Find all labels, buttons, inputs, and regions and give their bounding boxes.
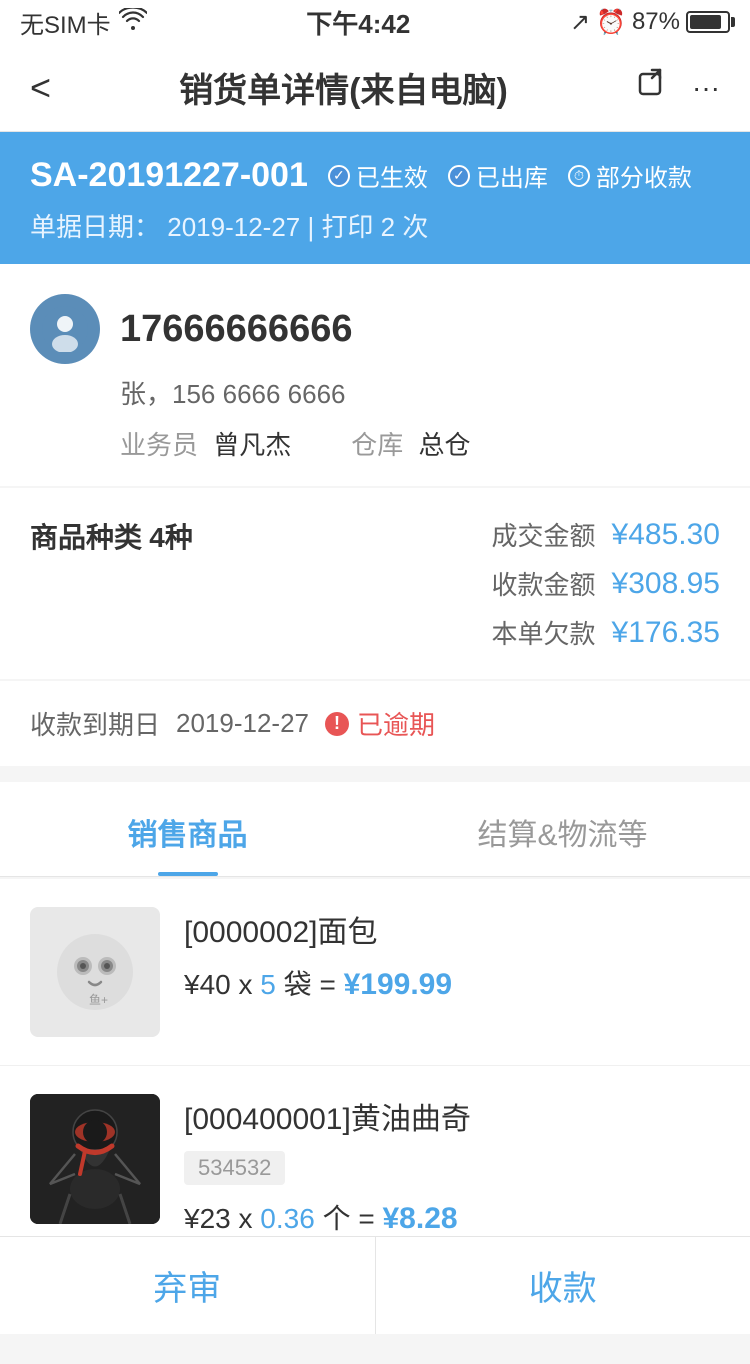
customer-row: 17666666666	[30, 294, 720, 364]
due-date-section: 收款到期日 2019-12-27 ! 已逾期	[0, 681, 750, 766]
page-title: 销货单详情(来自电脑)	[179, 63, 508, 112]
warehouse-meta: 仓库 总仓	[351, 425, 470, 462]
check-icon-2: ✓	[448, 165, 470, 187]
status-left: 无SIM卡	[20, 5, 147, 40]
share-icon[interactable]	[636, 66, 672, 109]
product-price-1: ¥40 x 5 袋 = ¥199.99	[184, 963, 720, 1003]
products-section: 鱼+ [0000002]面包 ¥40 x 5 袋 = ¥199.99	[0, 879, 750, 1266]
product-type-summary: 商品种类 4种	[30, 516, 193, 556]
product-price-2: ¥23 x 0.36 个 = ¥8.28	[184, 1197, 720, 1237]
battery-icon	[686, 11, 730, 33]
due-date-value: 2019-12-27	[176, 708, 309, 739]
sales-meta: 业务员 曾凡杰	[120, 425, 291, 462]
bottom-bar: 弃审 收款	[0, 1236, 750, 1334]
cancel-review-button[interactable]: 弃审	[0, 1237, 376, 1334]
status-badge-2: ✓ 已出库	[448, 158, 548, 193]
nav-actions: ···	[636, 66, 720, 109]
back-button[interactable]: <	[30, 67, 51, 109]
more-icon[interactable]: ···	[692, 72, 720, 104]
status-badge-1: ✓ 已生效	[328, 158, 428, 193]
customer-section: 17666666666 张，156 6666 6666 业务员 曾凡杰 仓库 总…	[0, 264, 750, 486]
svg-text:鱼+: 鱼+	[89, 993, 108, 1007]
received-amount: ¥308.95	[612, 567, 720, 601]
customer-name: 17666666666	[120, 308, 352, 351]
location-icon: ↗	[570, 8, 590, 37]
overdue-text: 已逾期	[357, 705, 435, 742]
wifi-icon	[119, 8, 147, 37]
collect-payment-button[interactable]: 收款	[376, 1237, 750, 1334]
summary-section: 商品种类 4种 成交金额 ¥485.30 收款金额 ¥308.95 本单欠款 ¥…	[0, 488, 750, 679]
product-info-2: [000400001]黄油曲奇 534532 ¥23 x 0.36 个 = ¥8…	[184, 1094, 720, 1237]
order-id: SA-20191227-001	[30, 156, 308, 195]
tab-settlement[interactable]: 结算&物流等	[375, 782, 750, 876]
alarm-icon: ⏰	[596, 8, 626, 37]
due-amount: ¥176.35	[612, 616, 720, 650]
status-right: ↗ ⏰ 87%	[570, 8, 730, 37]
due-amount-row: 本单欠款 ¥176.35	[492, 614, 720, 651]
carrier-text: 无SIM卡	[20, 5, 111, 40]
check-icon-1: ✓	[328, 165, 350, 187]
clock-icon: ⏱	[568, 165, 590, 187]
nav-bar: < 销货单详情(来自电脑) ···	[0, 44, 750, 132]
customer-meta: 业务员 曾凡杰 仓库 总仓	[120, 425, 720, 462]
status-bar: 无SIM卡 下午4:42 ↗ ⏰ 87%	[0, 0, 750, 44]
product-thumb-2	[30, 1094, 160, 1224]
battery-text: 87%	[632, 8, 680, 36]
status-time: 下午4:42	[306, 4, 410, 41]
deal-amount: ¥485.30	[612, 518, 720, 552]
deal-amount-row: 成交金额 ¥485.30	[492, 516, 720, 553]
avatar	[30, 294, 100, 364]
overdue-badge: ! 已逾期	[325, 705, 435, 742]
tabs-section: 销售商品 结算&物流等	[0, 782, 750, 877]
status-badge-3: ⏱ 部分收款	[568, 158, 692, 193]
list-item: 鱼+ [0000002]面包 ¥40 x 5 袋 = ¥199.99	[0, 879, 750, 1066]
customer-detail: 张，156 6666 6666	[120, 374, 720, 411]
product-name-2: [000400001]黄油曲奇	[184, 1094, 720, 1138]
product-tag-2: 534532	[184, 1151, 285, 1185]
product-name-1: [0000002]面包	[184, 907, 720, 951]
order-date-row: 单据日期： 2019-12-27 | 打印 2 次	[30, 207, 720, 244]
header-banner: SA-20191227-001 ✓ 已生效 ✓ 已出库 ⏱ 部分收款 单据日期：…	[0, 132, 750, 264]
product-info-1: [0000002]面包 ¥40 x 5 袋 = ¥199.99	[184, 907, 720, 1003]
due-date-label: 收款到期日	[30, 705, 160, 742]
amount-summary: 成交金额 ¥485.30 收款金额 ¥308.95 本单欠款 ¥176.35	[492, 516, 720, 651]
overdue-icon: !	[325, 712, 349, 736]
product-thumb-1: 鱼+	[30, 907, 160, 1037]
received-amount-row: 收款金额 ¥308.95	[492, 565, 720, 602]
tab-sales-products[interactable]: 销售商品	[0, 782, 375, 876]
